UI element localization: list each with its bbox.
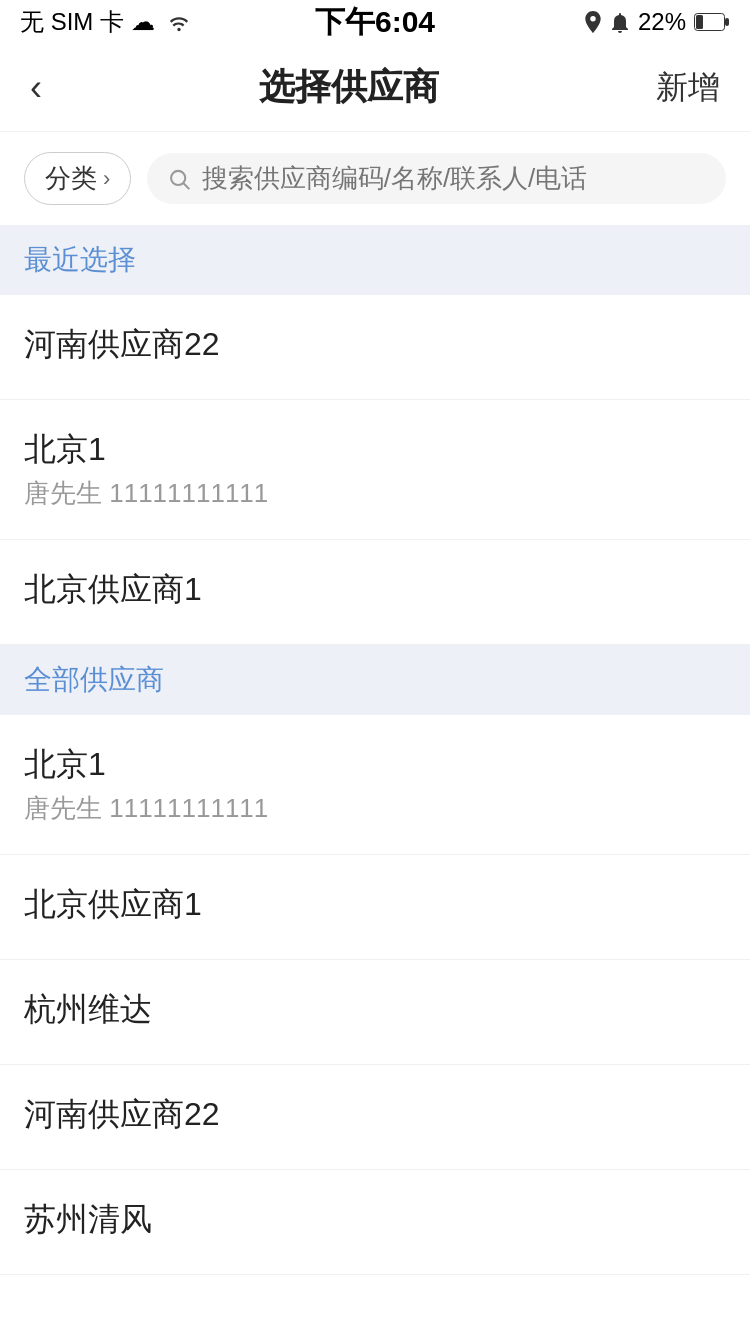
category-filter[interactable]: 分类 › (24, 152, 131, 205)
list-item[interactable]: 杭州维达 (0, 960, 750, 1065)
chevron-right-icon: › (103, 166, 110, 192)
alarm-icon (610, 11, 630, 33)
list-item[interactable]: 北京1 唐先生 11111111111 (0, 715, 750, 855)
status-bar: 无 SIM 卡 ☁ 下午6:04 22% (0, 0, 750, 44)
search-box (147, 153, 726, 204)
battery-text: 22% (638, 8, 686, 36)
svg-rect-2 (725, 18, 729, 26)
list-item[interactable]: 北京供应商1 (0, 540, 750, 645)
list-item[interactable]: 北京供应商1 (0, 855, 750, 960)
filter-bar: 分类 › (0, 132, 750, 225)
recent-items-list: 河南供应商22 北京1 唐先生 11111111111 北京供应商1 (0, 295, 750, 645)
item-name: 苏州清风 (24, 1198, 726, 1242)
all-section-label: 全部供应商 (24, 664, 164, 695)
item-sub: 唐先生 11111111111 (24, 791, 726, 826)
status-right: 22% (584, 8, 730, 36)
list-item[interactable]: 河南供应商22 (0, 295, 750, 400)
item-name: 河南供应商22 (24, 1093, 726, 1137)
recent-section-header: 最近选择 (0, 225, 750, 295)
item-sub: 唐先生 11111111111 (24, 476, 726, 511)
wifi-icon (165, 11, 193, 33)
status-time: 下午6:04 (315, 2, 435, 43)
item-name: 河南供应商22 (24, 323, 726, 367)
item-name: 北京供应商1 (24, 568, 726, 612)
category-label: 分类 (45, 161, 97, 196)
nav-bar: ‹ 选择供应商 新增 (0, 44, 750, 132)
svg-point-3 (171, 170, 185, 184)
all-items-list: 北京1 唐先生 11111111111 北京供应商1 杭州维达河南供应商22 苏州清风 (0, 715, 750, 1275)
page-title: 选择供应商 (259, 63, 439, 112)
recent-section-label: 最近选择 (24, 244, 136, 275)
item-name: 北京1 (24, 428, 726, 472)
search-icon (167, 166, 191, 192)
no-sim-text: 无 SIM 卡 ☁ (20, 6, 155, 38)
svg-line-4 (184, 183, 190, 189)
list-item[interactable]: 北京1 唐先生 11111111111 (0, 400, 750, 540)
status-left: 无 SIM 卡 ☁ (20, 6, 193, 38)
svg-rect-1 (696, 15, 703, 29)
search-input[interactable] (202, 163, 706, 194)
item-name: 杭州维达 (24, 988, 726, 1032)
location-icon (584, 11, 602, 33)
list-item[interactable]: 苏州清风 (0, 1170, 750, 1275)
all-section-header: 全部供应商 (0, 645, 750, 715)
back-button[interactable]: ‹ (30, 67, 42, 109)
battery-icon (694, 13, 730, 31)
add-button[interactable]: 新增 (656, 66, 720, 110)
item-name: 北京1 (24, 743, 726, 787)
list-item[interactable]: 河南供应商22 (0, 1065, 750, 1170)
item-name: 北京供应商1 (24, 883, 726, 927)
